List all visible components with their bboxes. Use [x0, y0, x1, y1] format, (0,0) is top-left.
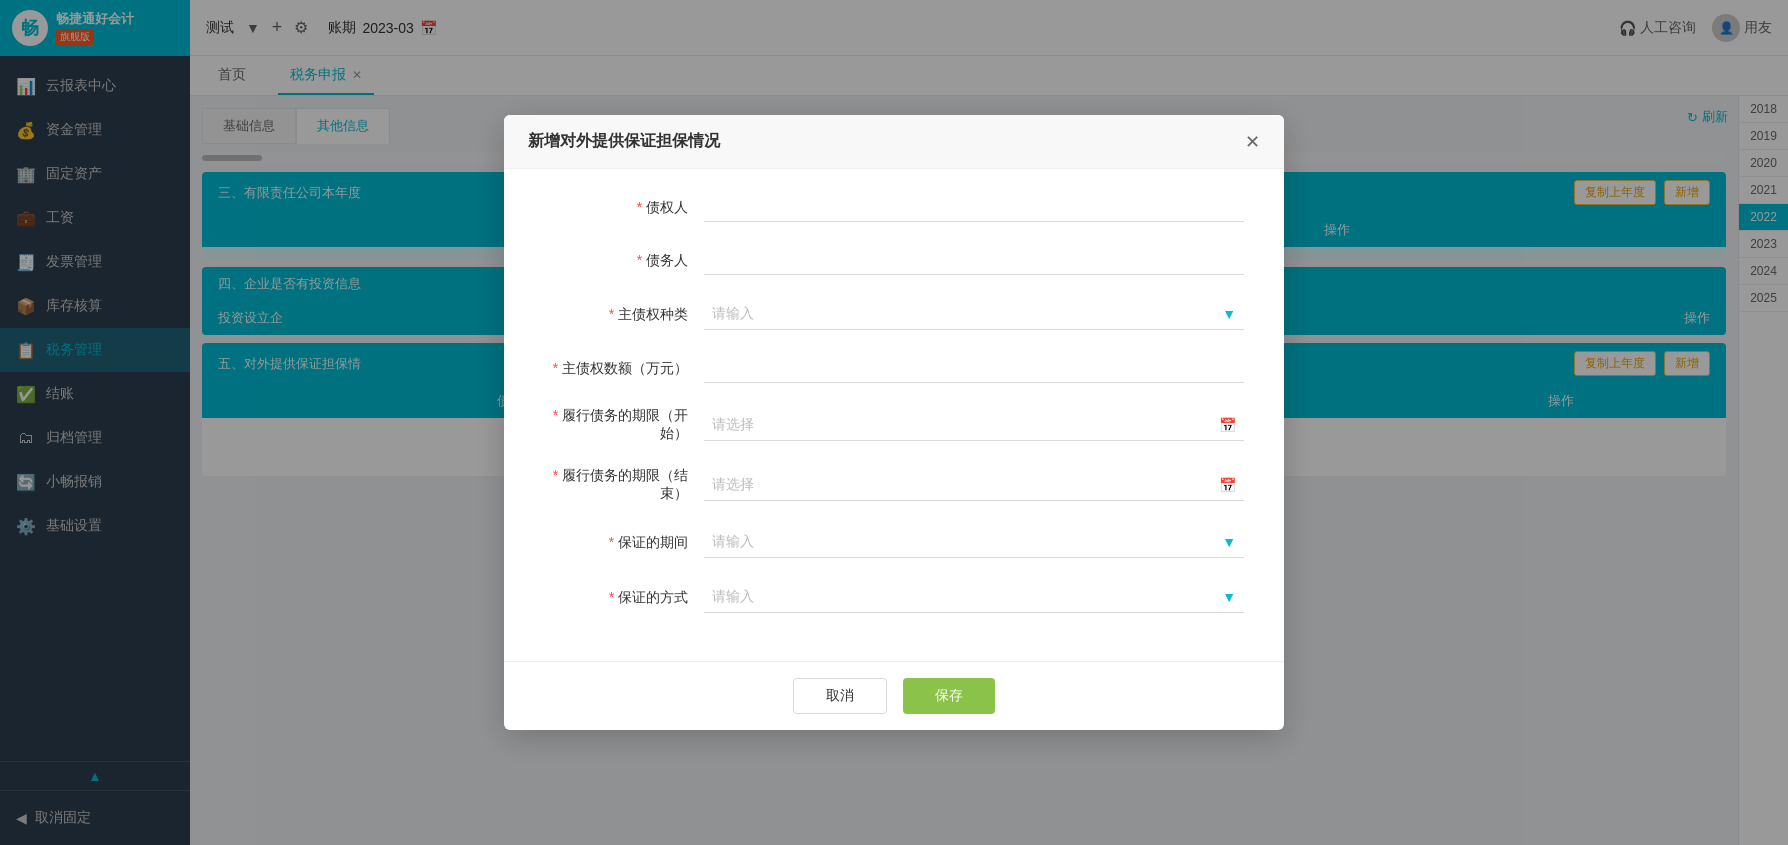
debt-amount-label: * 主债权数额（万元） — [544, 360, 704, 378]
modal-dialog: 新增对外提供保证担保情况 ✕ * 债权人 * 债务人 — [504, 115, 1284, 730]
debt-type-placeholder: 请输入 — [712, 305, 1222, 323]
end-date-picker[interactable]: 请选择 📅 — [704, 470, 1244, 501]
form-row-end-date: * 履行债务的期限（结束） 请选择 📅 — [544, 467, 1244, 503]
start-date-placeholder: 请选择 — [712, 416, 1219, 434]
chevron-down-icon-2: ▼ — [1222, 534, 1236, 550]
debtor-input[interactable] — [704, 246, 1244, 275]
creditor-input[interactable] — [704, 193, 1244, 222]
modal-header: 新增对外提供保证担保情况 ✕ — [504, 115, 1284, 169]
form-row-creditor: * 债权人 — [544, 193, 1244, 222]
end-date-label: * 履行债务的期限（结束） — [544, 467, 704, 503]
guarantee-period-placeholder: 请输入 — [712, 533, 1222, 551]
end-date-placeholder: 请选择 — [712, 476, 1219, 494]
creditor-label: * 债权人 — [544, 199, 704, 217]
form-row-guarantee-period: * 保证的期间 请输入 ▼ — [544, 527, 1244, 558]
guarantee-period-label: * 保证的期间 — [544, 534, 704, 552]
form-row-debt-type: * 主债权种类 请输入 ▼ — [544, 299, 1244, 330]
debt-amount-input[interactable] — [704, 354, 1244, 383]
modal-footer: 取消 保存 — [504, 661, 1284, 730]
chevron-down-icon: ▼ — [1222, 306, 1236, 322]
form-row-debt-amount: * 主债权数额（万元） — [544, 354, 1244, 383]
debt-type-label: * 主债权种类 — [544, 306, 704, 324]
cancel-button[interactable]: 取消 — [793, 678, 887, 714]
modal-title: 新增对外提供保证担保情况 — [528, 131, 720, 152]
form-row-start-date: * 履行债务的期限（开始） 请选择 📅 — [544, 407, 1244, 443]
modal-close-button[interactable]: ✕ — [1245, 133, 1260, 151]
modal-overlay: 新增对外提供保证担保情况 ✕ * 债权人 * 债务人 — [0, 0, 1788, 845]
form-row-debtor: * 债务人 — [544, 246, 1244, 275]
start-date-picker[interactable]: 请选择 📅 — [704, 410, 1244, 441]
guarantee-method-placeholder: 请输入 — [712, 588, 1222, 606]
calendar-icon-start: 📅 — [1219, 417, 1236, 433]
save-button[interactable]: 保存 — [903, 678, 995, 714]
guarantee-period-select[interactable]: 请输入 ▼ — [704, 527, 1244, 558]
guarantee-method-label: * 保证的方式 — [544, 589, 704, 607]
form-row-guarantee-method: * 保证的方式 请输入 ▼ — [544, 582, 1244, 613]
chevron-down-icon-3: ▼ — [1222, 589, 1236, 605]
calendar-icon-end: 📅 — [1219, 477, 1236, 493]
modal-body: * 债权人 * 债务人 * 主债权种类 请输入 — [504, 169, 1284, 661]
guarantee-method-select[interactable]: 请输入 ▼ — [704, 582, 1244, 613]
start-date-label: * 履行债务的期限（开始） — [544, 407, 704, 443]
debtor-label: * 债务人 — [544, 252, 704, 270]
debt-type-select[interactable]: 请输入 ▼ — [704, 299, 1244, 330]
